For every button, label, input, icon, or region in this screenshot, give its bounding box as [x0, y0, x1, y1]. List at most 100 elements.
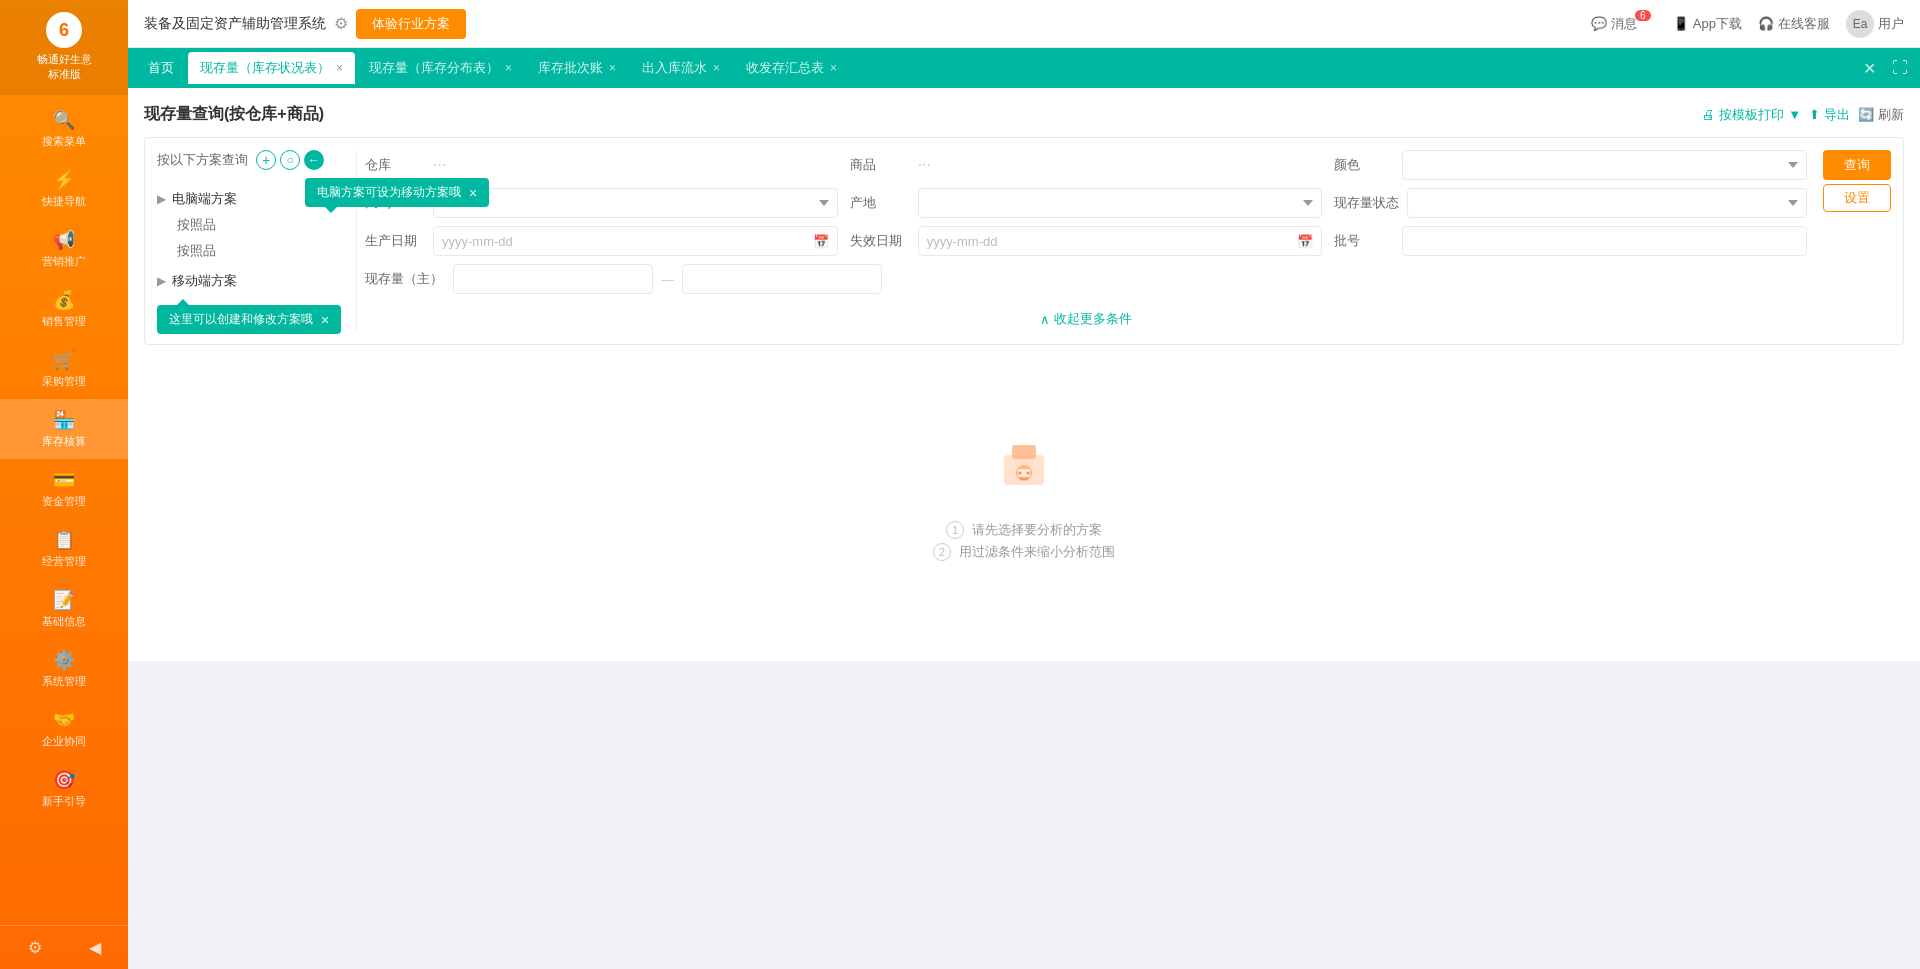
- scheme-item-2[interactable]: 按照品: [157, 238, 344, 264]
- export-btn[interactable]: ⬆ 导出: [1809, 106, 1850, 124]
- collapse-up-icon: ∧: [1040, 312, 1050, 327]
- purchase-icon: 🛒: [53, 349, 75, 371]
- page-title-actions: 🖨 按模板打印 ▼ ⬆ 导出 🔄 刷新: [1702, 106, 1904, 124]
- scheme-item-1[interactable]: 按照品: [157, 212, 344, 238]
- desktop-expand-arrow: ▶: [157, 192, 166, 206]
- goods-dots: ···: [918, 156, 931, 174]
- tab-inout-flow[interactable]: 出入库流水 ×: [630, 52, 732, 84]
- inventory-main-min-input[interactable]: [453, 264, 653, 294]
- industry-btn[interactable]: 体验行业方案: [356, 9, 466, 39]
- sidebar-item-finance[interactable]: 💳 资金管理: [0, 459, 128, 519]
- refresh-btn[interactable]: 🔄 刷新: [1858, 106, 1904, 124]
- stock-status-select[interactable]: [1407, 188, 1807, 218]
- operation-icon: 📋: [53, 529, 75, 551]
- empty-illustration: [984, 425, 1064, 505]
- user-avatar-item[interactable]: Ea 用户: [1846, 10, 1904, 38]
- form-cell-prod-date: 生产日期 yyyy-mm-dd 📅: [365, 226, 838, 256]
- filter-edit-btn[interactable]: ○: [280, 150, 300, 170]
- svg-point-4: [1019, 472, 1022, 475]
- tab-home[interactable]: 首页: [136, 52, 186, 84]
- batch-no-label: 批号: [1334, 232, 1394, 250]
- tab-fullscreen-btn[interactable]: ⛶: [1888, 55, 1912, 82]
- online-support-item[interactable]: 🎧 在线客服: [1758, 15, 1830, 33]
- tab-close-batch-account[interactable]: ×: [609, 61, 616, 75]
- form-row-3: 生产日期 yyyy-mm-dd 📅 失效日期 yyyy-mm-dd: [365, 226, 1807, 256]
- warehouse-label: 仓库: [365, 156, 425, 174]
- scheme-group-mobile: ▶ 移动端方案: [157, 268, 344, 294]
- tab-close-stock-status[interactable]: ×: [336, 61, 343, 75]
- color-select[interactable]: [1402, 150, 1807, 180]
- tab-close-summary[interactable]: ×: [830, 61, 837, 75]
- header-right: 💬 消息 6 📱 App下载 🎧 在线客服 Ea 用户: [1591, 10, 1904, 38]
- sidebar-item-operation[interactable]: 📋 经营管理: [0, 519, 128, 579]
- header-gear-icon[interactable]: ⚙: [334, 14, 348, 33]
- sidebar-item-inventory[interactable]: 🏪 库存核算: [0, 399, 128, 459]
- filter-arrow-btn[interactable]: ←: [304, 150, 324, 170]
- sidebar: 6 畅通好生意 标准版 🔍 搜索菜单 ⚡ 快捷导航 📢 营销推广 💰 销售管理 …: [0, 0, 128, 969]
- tab-bar: 首页 现存量（库存状况表） × 现存量（库存分布表） × 库存批次账 × 出入库…: [128, 48, 1920, 88]
- sidebar-item-basic[interactable]: 📝 基础信息: [0, 579, 128, 639]
- search-button[interactable]: 查询: [1823, 150, 1891, 180]
- filter-left-panel: 按以下方案查询 + ○ ← 电脑方案可设为移动方案哦 ×: [157, 150, 357, 332]
- prod-date-calendar-icon[interactable]: 📅: [813, 234, 829, 249]
- main-filter-area: 按以下方案查询 + ○ ← 电脑方案可设为移动方案哦 ×: [157, 150, 1891, 332]
- prod-date-input[interactable]: yyyy-mm-dd 📅: [433, 226, 838, 256]
- sidebar-item-marketing[interactable]: 📢 营销推广: [0, 219, 128, 279]
- tooltip2-close[interactable]: ×: [321, 312, 329, 328]
- color-label: 颜色: [1334, 156, 1394, 174]
- batch-no-input[interactable]: [1402, 226, 1807, 256]
- mobile-expand-arrow: ▶: [157, 274, 166, 288]
- collapse-bar: ∧ 收起更多条件: [365, 302, 1807, 332]
- expiry-date-input[interactable]: yyyy-mm-dd 📅: [918, 226, 1323, 256]
- form-cell-batch-no: 批号: [1334, 226, 1807, 256]
- sidebar-item-guide[interactable]: 🎯 新手引导: [0, 759, 128, 819]
- tooltip1-close[interactable]: ×: [469, 185, 477, 201]
- scheme-group-mobile-header[interactable]: ▶ 移动端方案: [157, 268, 344, 294]
- sidebar-collapse-btn[interactable]: ◀: [89, 938, 101, 957]
- expiry-date-label: 失效日期: [850, 232, 910, 250]
- tooltip-desktop-scheme: 电脑方案可设为移动方案哦 ×: [305, 178, 489, 207]
- system-name: 装备及固定资产辅助管理系统: [144, 15, 326, 33]
- refresh-icon: 🔄: [1858, 107, 1874, 122]
- inventory-main-max-input[interactable]: [682, 264, 882, 294]
- finance-icon: 💳: [53, 469, 75, 491]
- tab-close-stock-dist[interactable]: ×: [505, 61, 512, 75]
- sales-icon: 💰: [53, 289, 75, 311]
- page-title-bar: 现存量查询(按仓库+商品) 🖨 按模板打印 ▼ ⬆ 导出 🔄 刷新: [144, 104, 1904, 125]
- size-select[interactable]: [433, 188, 838, 218]
- form-cell-stock-status: 现存量状态: [1334, 188, 1807, 218]
- notification-item[interactable]: 💬 消息 6: [1591, 15, 1657, 33]
- stock-status-label: 现存量状态: [1334, 194, 1399, 212]
- sidebar-item-system[interactable]: ⚙️ 系统管理: [0, 639, 128, 699]
- origin-select[interactable]: [918, 188, 1323, 218]
- logo-name: 畅通好生意 标准版: [37, 52, 92, 83]
- sidebar-item-sales[interactable]: 💰 销售管理: [0, 279, 128, 339]
- sidebar-logo: 6 畅通好生意 标准版: [0, 0, 128, 95]
- collapse-btn[interactable]: ∧ 收起更多条件: [1040, 310, 1132, 328]
- tooltip-create-scheme: 这里可以创建和修改方案哦 ×: [157, 305, 341, 334]
- expiry-date-calendar-icon[interactable]: 📅: [1297, 234, 1313, 249]
- tab-stock-status[interactable]: 现存量（库存状况表） ×: [188, 52, 355, 84]
- sidebar-item-quick-nav[interactable]: ⚡ 快捷导航: [0, 159, 128, 219]
- printer-icon: 🖨: [1702, 107, 1715, 122]
- tab-summary[interactable]: 收发存汇总表 ×: [734, 52, 849, 84]
- sidebar-settings-btn[interactable]: ⚙: [28, 938, 42, 957]
- system-icon: ⚙️: [53, 649, 75, 671]
- filter-add-btn[interactable]: +: [256, 150, 276, 170]
- sidebar-item-search-menu[interactable]: 🔍 搜索菜单: [0, 99, 128, 159]
- warehouse-dots: ···: [433, 156, 446, 174]
- tab-batch-account[interactable]: 库存批次账 ×: [526, 52, 628, 84]
- tab-stock-dist[interactable]: 现存量（库存分布表） ×: [357, 52, 524, 84]
- print-dropdown-icon: ▼: [1788, 107, 1801, 122]
- tab-close-inout-flow[interactable]: ×: [713, 61, 720, 75]
- tab-bar-right: ✕ ⛶: [1859, 55, 1912, 82]
- sidebar-item-collab[interactable]: 🤝 企业协同: [0, 699, 128, 759]
- prod-date-label: 生产日期: [365, 232, 425, 250]
- print-btn[interactable]: 🖨 按模板打印 ▼: [1702, 106, 1801, 124]
- set-button[interactable]: 设置: [1823, 184, 1891, 212]
- sidebar-item-purchase[interactable]: 🛒 采购管理: [0, 339, 128, 399]
- app-download-item[interactable]: 📱 App下载: [1673, 15, 1742, 33]
- form-cell-warehouse: 仓库 ···: [365, 156, 838, 174]
- tab-close-all-btn[interactable]: ✕: [1859, 55, 1880, 82]
- form-row-4: 现存量（主） —: [365, 264, 1807, 294]
